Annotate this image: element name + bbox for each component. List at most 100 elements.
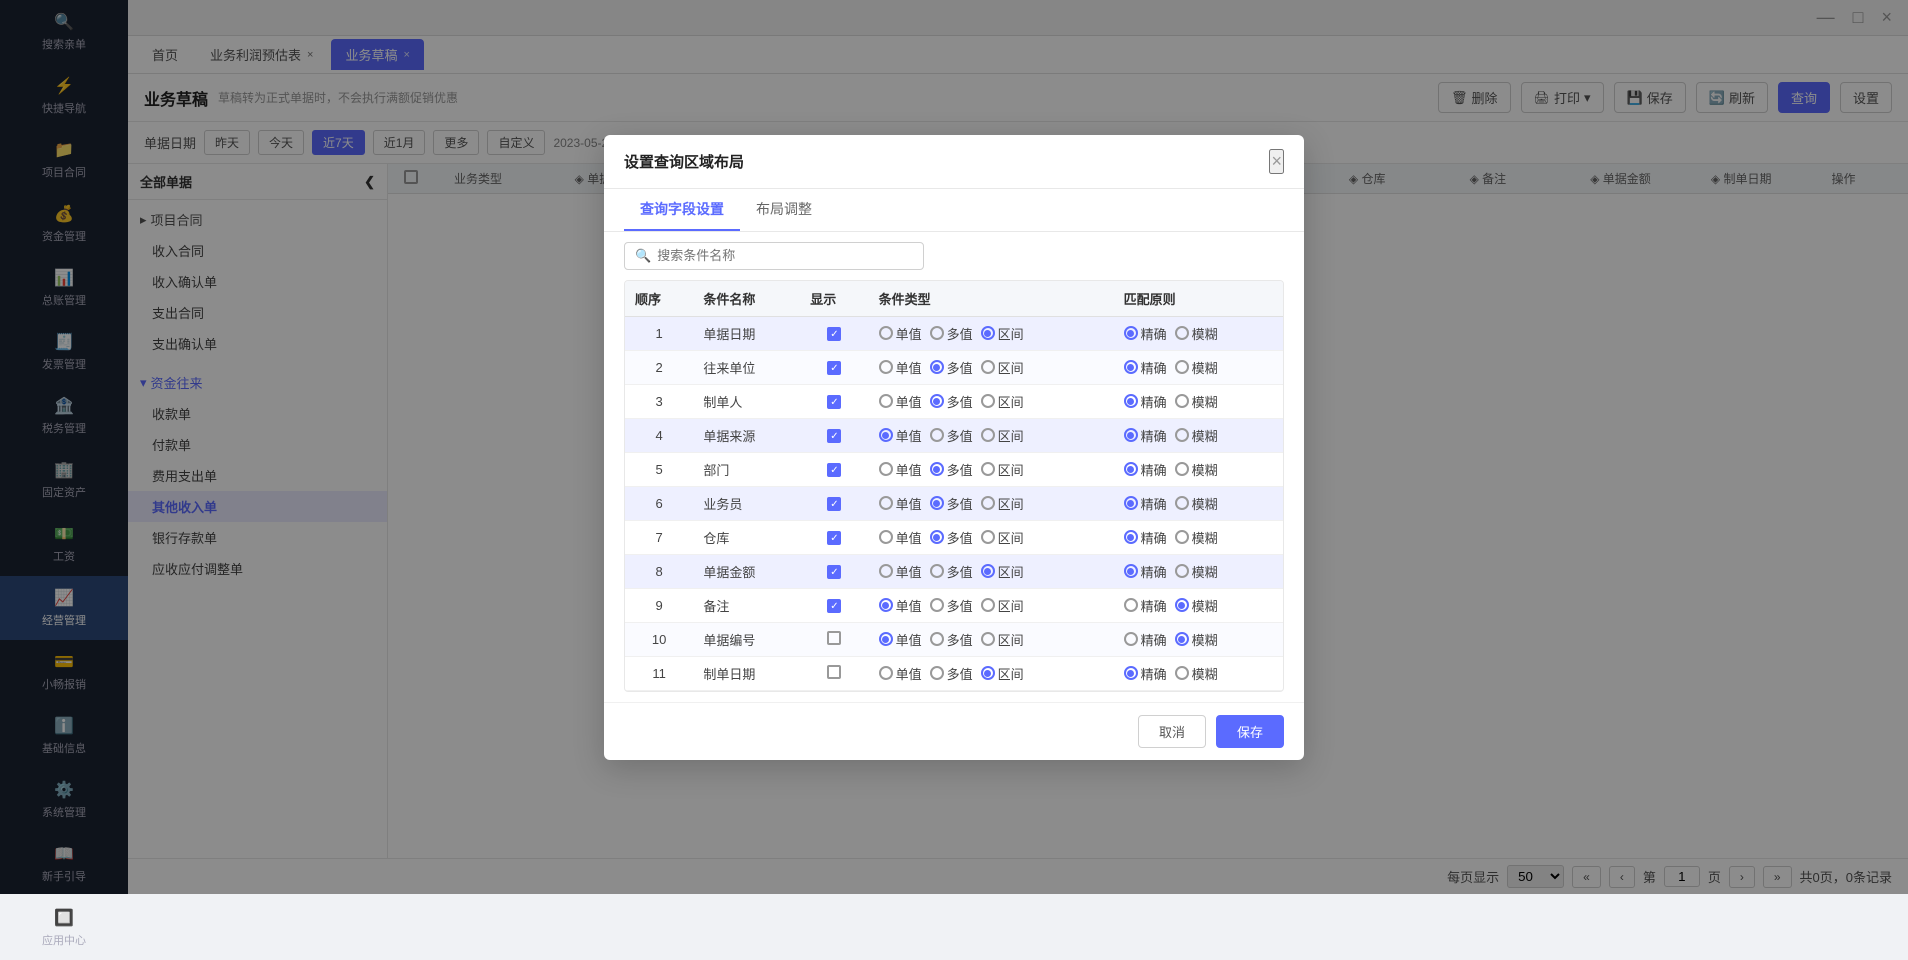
type-range-5[interactable]: 区间: [981, 460, 1024, 479]
match-fuzzy-4[interactable]: 模糊: [1175, 426, 1218, 445]
type-range-3[interactable]: 区间: [981, 392, 1024, 411]
type-range-11[interactable]: 区间: [981, 664, 1024, 683]
row-show-2: ✓: [800, 350, 868, 384]
show-checkbox-2[interactable]: ✓: [827, 361, 841, 375]
type-multi-1[interactable]: 多值: [930, 324, 973, 343]
match-fuzzy-8[interactable]: 模糊: [1175, 562, 1218, 581]
match-exact-2[interactable]: 精确: [1124, 358, 1167, 377]
modal-header: 设置查询区域布局 ×: [604, 135, 1304, 189]
type-multi-3[interactable]: 多值: [930, 392, 973, 411]
show-checkbox-5[interactable]: ✓: [827, 463, 841, 477]
th-order: 顺序: [625, 281, 693, 317]
type-range-6[interactable]: 区间: [981, 494, 1024, 513]
match-exact-6[interactable]: 精确: [1124, 494, 1167, 513]
type-multi-7[interactable]: 多值: [930, 528, 973, 547]
match-exact-10[interactable]: 精确: [1124, 630, 1167, 649]
modal-tabs: 查询字段设置 布局调整: [604, 189, 1304, 232]
table-row: 3制单人✓单值多值区间精确模糊: [625, 384, 1283, 418]
match-exact-3[interactable]: 精确: [1124, 392, 1167, 411]
type-range-4[interactable]: 区间: [981, 426, 1024, 445]
type-single-4[interactable]: 单值: [879, 426, 922, 445]
type-range-9[interactable]: 区间: [981, 596, 1024, 615]
match-exact-9[interactable]: 精确: [1124, 596, 1167, 615]
match-exact-11[interactable]: 精确: [1124, 664, 1167, 683]
row-order-6: 6: [625, 486, 693, 520]
type-multi-4[interactable]: 多值: [930, 426, 973, 445]
match-fuzzy-2[interactable]: 模糊: [1175, 358, 1218, 377]
type-single-3[interactable]: 单值: [879, 392, 922, 411]
modal-search-input[interactable]: [657, 248, 913, 263]
table-row: 8单据金额✓单值多值区间精确模糊: [625, 554, 1283, 588]
type-single-8[interactable]: 单值: [879, 562, 922, 581]
type-single-5[interactable]: 单值: [879, 460, 922, 479]
type-range-10[interactable]: 区间: [981, 630, 1024, 649]
match-exact-7[interactable]: 精确: [1124, 528, 1167, 547]
modal-cancel-button[interactable]: 取消: [1138, 715, 1206, 748]
match-fuzzy-10[interactable]: 模糊: [1175, 630, 1218, 649]
modal-search-area: 🔍: [604, 232, 1304, 280]
match-fuzzy-11[interactable]: 模糊: [1175, 664, 1218, 683]
type-multi-6[interactable]: 多值: [930, 494, 973, 513]
type-multi-8[interactable]: 多值: [930, 562, 973, 581]
show-checkbox-10[interactable]: [827, 631, 841, 645]
modal-close-button[interactable]: ×: [1269, 149, 1284, 174]
type-single-11[interactable]: 单值: [879, 664, 922, 683]
row-match-9: 精确模糊: [1114, 588, 1283, 622]
show-checkbox-3[interactable]: ✓: [827, 395, 841, 409]
row-show-11: [800, 656, 868, 690]
row-type-3: 单值多值区间: [869, 384, 1114, 418]
type-single-1[interactable]: 单值: [879, 324, 922, 343]
row-type-10: 单值多值区间: [869, 622, 1114, 656]
modal-tab-layout[interactable]: 布局调整: [740, 189, 828, 231]
modal-tab-fields[interactable]: 查询字段设置: [624, 189, 740, 231]
match-fuzzy-9[interactable]: 模糊: [1175, 596, 1218, 615]
modal-save-button[interactable]: 保存: [1216, 715, 1284, 748]
show-checkbox-6[interactable]: ✓: [827, 497, 841, 511]
row-type-4: 单值多值区间: [869, 418, 1114, 452]
match-fuzzy-1[interactable]: 模糊: [1175, 324, 1218, 343]
sidebar-item-apps[interactable]: 🔲 应用中心: [0, 896, 128, 960]
show-checkbox-4[interactable]: ✓: [827, 429, 841, 443]
type-single-7[interactable]: 单值: [879, 528, 922, 547]
type-multi-5[interactable]: 多值: [930, 460, 973, 479]
type-multi-10[interactable]: 多值: [930, 630, 973, 649]
table-row: 9备注✓单值多值区间精确模糊: [625, 588, 1283, 622]
type-multi-11[interactable]: 多值: [930, 664, 973, 683]
match-fuzzy-5[interactable]: 模糊: [1175, 460, 1218, 479]
row-match-11: 精确模糊: [1114, 656, 1283, 690]
show-checkbox-9[interactable]: ✓: [827, 599, 841, 613]
row-type-9: 单值多值区间: [869, 588, 1114, 622]
type-range-1[interactable]: 区间: [981, 324, 1024, 343]
match-exact-8[interactable]: 精确: [1124, 562, 1167, 581]
show-checkbox-1[interactable]: ✓: [827, 327, 841, 341]
match-exact-1[interactable]: 精确: [1124, 324, 1167, 343]
show-checkbox-11[interactable]: [827, 665, 841, 679]
type-single-9[interactable]: 单值: [879, 596, 922, 615]
modal-dialog: 设置查询区域布局 × 查询字段设置 布局调整 🔍: [604, 135, 1304, 760]
type-range-8[interactable]: 区间: [981, 562, 1024, 581]
match-fuzzy-3[interactable]: 模糊: [1175, 392, 1218, 411]
row-match-1: 精确模糊: [1114, 316, 1283, 350]
row-order-5: 5: [625, 452, 693, 486]
row-type-2: 单值多值区间: [869, 350, 1114, 384]
type-multi-2[interactable]: 多值: [930, 358, 973, 377]
row-show-7: ✓: [800, 520, 868, 554]
match-fuzzy-7[interactable]: 模糊: [1175, 528, 1218, 547]
type-single-10[interactable]: 单值: [879, 630, 922, 649]
type-multi-9[interactable]: 多值: [930, 596, 973, 615]
type-range-2[interactable]: 区间: [981, 358, 1024, 377]
match-exact-4[interactable]: 精确: [1124, 426, 1167, 445]
show-checkbox-7[interactable]: ✓: [827, 531, 841, 545]
type-range-7[interactable]: 区间: [981, 528, 1024, 547]
row-show-4: ✓: [800, 418, 868, 452]
type-single-2[interactable]: 单值: [879, 358, 922, 377]
match-exact-5[interactable]: 精确: [1124, 460, 1167, 479]
show-checkbox-8[interactable]: ✓: [827, 565, 841, 579]
row-match-6: 精确模糊: [1114, 486, 1283, 520]
th-name: 条件名称: [693, 281, 800, 317]
type-single-6[interactable]: 单值: [879, 494, 922, 513]
table-row: 1单据日期✓单值多值区间精确模糊: [625, 316, 1283, 350]
match-fuzzy-6[interactable]: 模糊: [1175, 494, 1218, 513]
row-show-6: ✓: [800, 486, 868, 520]
th-show: 显示: [800, 281, 868, 317]
